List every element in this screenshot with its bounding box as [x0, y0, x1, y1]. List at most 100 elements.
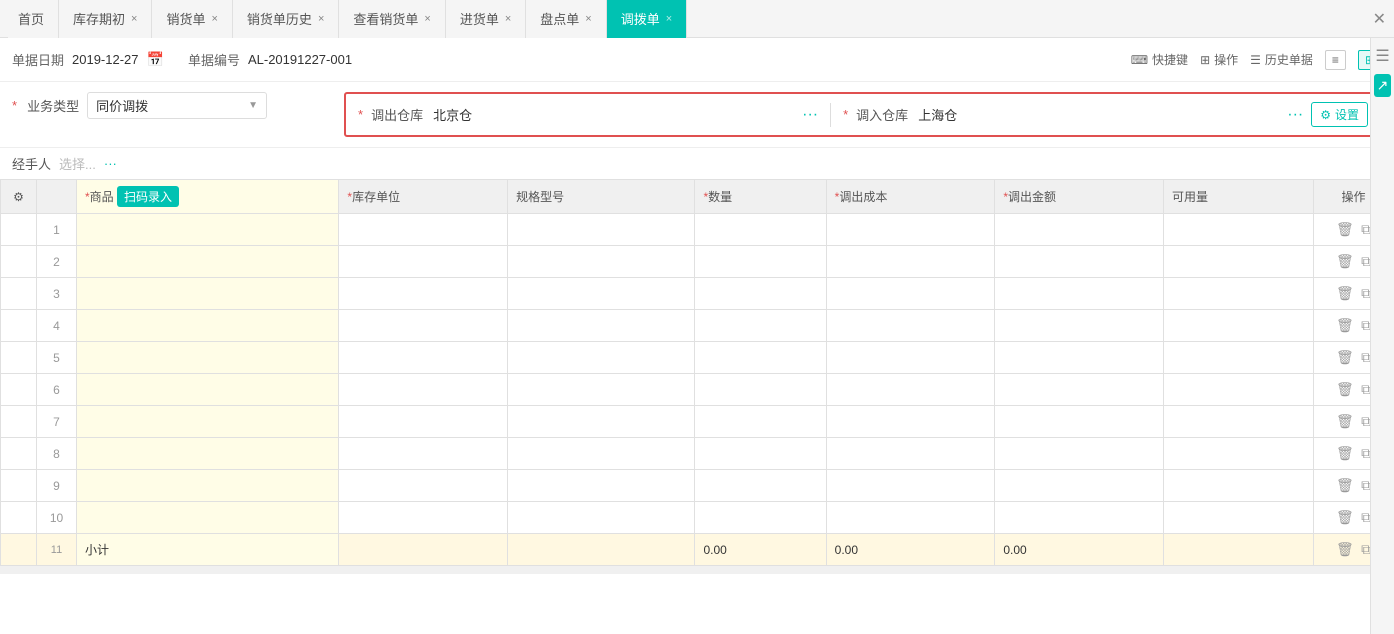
- row-qty-cell[interactable]: [695, 470, 826, 502]
- row-qty-cell[interactable]: [695, 246, 826, 278]
- transfer-out-more-icon[interactable]: ···: [802, 106, 818, 124]
- row-spec-cell[interactable]: [508, 470, 695, 502]
- row-product-cell[interactable]: [77, 406, 339, 438]
- tab-close-purchase-order[interactable]: ×: [505, 13, 511, 25]
- calendar-icon[interactable]: 📅: [147, 51, 164, 68]
- row-unit-cell[interactable]: [339, 310, 508, 342]
- row-amount-cell[interactable]: [995, 342, 1164, 374]
- row-cost-cell[interactable]: [826, 246, 995, 278]
- row-product-cell[interactable]: [77, 502, 339, 534]
- tab-close-sales-history[interactable]: ×: [318, 13, 324, 25]
- row-spec-cell[interactable]: [508, 502, 695, 534]
- row-spec-cell[interactable]: [508, 278, 695, 310]
- delete-icon[interactable]: 🗑: [1336, 509, 1354, 525]
- operations-button[interactable]: ⊞ 操作: [1200, 51, 1238, 68]
- tab-close-inventory-init[interactable]: ×: [131, 13, 137, 25]
- row-qty-cell[interactable]: [695, 342, 826, 374]
- row-product-cell[interactable]: [77, 278, 339, 310]
- settings-button[interactable]: ⚙ 设置: [1311, 102, 1368, 127]
- row-spec-cell[interactable]: [508, 214, 695, 246]
- row-product-cell[interactable]: [77, 342, 339, 374]
- row-amount-cell[interactable]: [995, 406, 1164, 438]
- row-product-cell[interactable]: [77, 470, 339, 502]
- row-qty-cell[interactable]: [695, 310, 826, 342]
- row-amount-cell[interactable]: [995, 310, 1164, 342]
- row-cost-cell[interactable]: [826, 342, 995, 374]
- tab-sales-history[interactable]: 销货单历史×: [233, 0, 339, 38]
- row-cost-cell[interactable]: [826, 374, 995, 406]
- row-cost-cell[interactable]: [826, 310, 995, 342]
- row-cost-cell[interactable]: [826, 502, 995, 534]
- tab-view-sales[interactable]: 查看销货单×: [339, 0, 445, 38]
- tab-close-inventory-check[interactable]: ×: [585, 13, 591, 25]
- delete-icon[interactable]: 🗑: [1336, 221, 1354, 237]
- delete-icon[interactable]: 🗑: [1336, 445, 1354, 461]
- gear-icon[interactable]: ⚙: [13, 190, 24, 204]
- row-amount-cell[interactable]: [995, 246, 1164, 278]
- tab-purchase-order[interactable]: 进货单×: [446, 0, 526, 38]
- row-qty-cell[interactable]: [695, 406, 826, 438]
- row-spec-cell[interactable]: [508, 342, 695, 374]
- delete-icon[interactable]: 🗑: [1336, 285, 1354, 301]
- tab-home[interactable]: 首页: [8, 0, 59, 38]
- row-product-cell[interactable]: [77, 246, 339, 278]
- row-amount-cell[interactable]: [995, 214, 1164, 246]
- scan-button[interactable]: 扫码录入: [117, 186, 179, 207]
- shortcut-button[interactable]: ⌨ 快捷键: [1131, 51, 1188, 68]
- tab-transfer[interactable]: 调拨单×: [607, 0, 687, 38]
- row-qty-cell[interactable]: [695, 374, 826, 406]
- tab-close-transfer[interactable]: ×: [666, 13, 672, 25]
- row-spec-cell[interactable]: [508, 406, 695, 438]
- row-qty-cell[interactable]: [695, 214, 826, 246]
- row-unit-cell[interactable]: [339, 342, 508, 374]
- row-amount-cell[interactable]: [995, 438, 1164, 470]
- row-spec-cell[interactable]: [508, 310, 695, 342]
- row-unit-cell[interactable]: [339, 278, 508, 310]
- row-spec-cell[interactable]: [508, 374, 695, 406]
- delete-icon[interactable]: 🗑: [1336, 413, 1354, 429]
- person-input[interactable]: 选择...: [59, 154, 96, 173]
- tab-close-view-sales[interactable]: ×: [424, 13, 430, 25]
- row-unit-cell[interactable]: [339, 374, 508, 406]
- history-button[interactable]: ☰ 历史单据: [1250, 51, 1313, 68]
- delete-icon[interactable]: 🗑: [1336, 541, 1354, 557]
- row-product-cell[interactable]: [77, 438, 339, 470]
- row-spec-cell[interactable]: [508, 438, 695, 470]
- delete-icon[interactable]: 🗑: [1336, 349, 1354, 365]
- row-unit-cell[interactable]: [339, 214, 508, 246]
- row-amount-cell[interactable]: [995, 278, 1164, 310]
- row-cost-cell[interactable]: [826, 438, 995, 470]
- row-product-cell[interactable]: [77, 214, 339, 246]
- col-header-gear[interactable]: ⚙: [1, 180, 37, 214]
- delete-icon[interactable]: 🗑: [1336, 253, 1354, 269]
- layout-btn-1[interactable]: ≡: [1325, 50, 1346, 70]
- business-type-select[interactable]: 同价调拨 ▼: [87, 92, 267, 119]
- row-cost-cell[interactable]: [826, 278, 995, 310]
- delete-icon[interactable]: 🗑: [1336, 381, 1354, 397]
- row-qty-cell[interactable]: [695, 502, 826, 534]
- sidebar-list-icon[interactable]: ☰: [1375, 46, 1389, 66]
- row-unit-cell[interactable]: [339, 502, 508, 534]
- row-product-cell[interactable]: [77, 374, 339, 406]
- tab-inventory-init[interactable]: 库存期初×: [59, 0, 152, 38]
- row-cost-cell[interactable]: [826, 470, 995, 502]
- delete-icon[interactable]: 🗑: [1336, 477, 1354, 493]
- row-unit-cell[interactable]: [339, 438, 508, 470]
- tab-inventory-check[interactable]: 盘点单×: [526, 0, 606, 38]
- row-amount-cell[interactable]: [995, 470, 1164, 502]
- tab-close-sales-order[interactable]: ×: [211, 13, 217, 25]
- row-qty-cell[interactable]: [695, 438, 826, 470]
- row-amount-cell[interactable]: [995, 502, 1164, 534]
- horizontal-scrollbar[interactable]: [0, 566, 1394, 574]
- sidebar-export-icon[interactable]: ↗: [1374, 74, 1392, 97]
- row-qty-cell[interactable]: [695, 278, 826, 310]
- row-unit-cell[interactable]: [339, 470, 508, 502]
- transfer-in-more-icon[interactable]: ···: [1287, 106, 1303, 124]
- row-cost-cell[interactable]: [826, 406, 995, 438]
- row-product-cell[interactable]: [77, 310, 339, 342]
- person-more-icon[interactable]: ···: [104, 156, 117, 171]
- delete-icon[interactable]: 🗑: [1336, 317, 1354, 333]
- row-amount-cell[interactable]: [995, 374, 1164, 406]
- row-unit-cell[interactable]: [339, 246, 508, 278]
- row-spec-cell[interactable]: [508, 246, 695, 278]
